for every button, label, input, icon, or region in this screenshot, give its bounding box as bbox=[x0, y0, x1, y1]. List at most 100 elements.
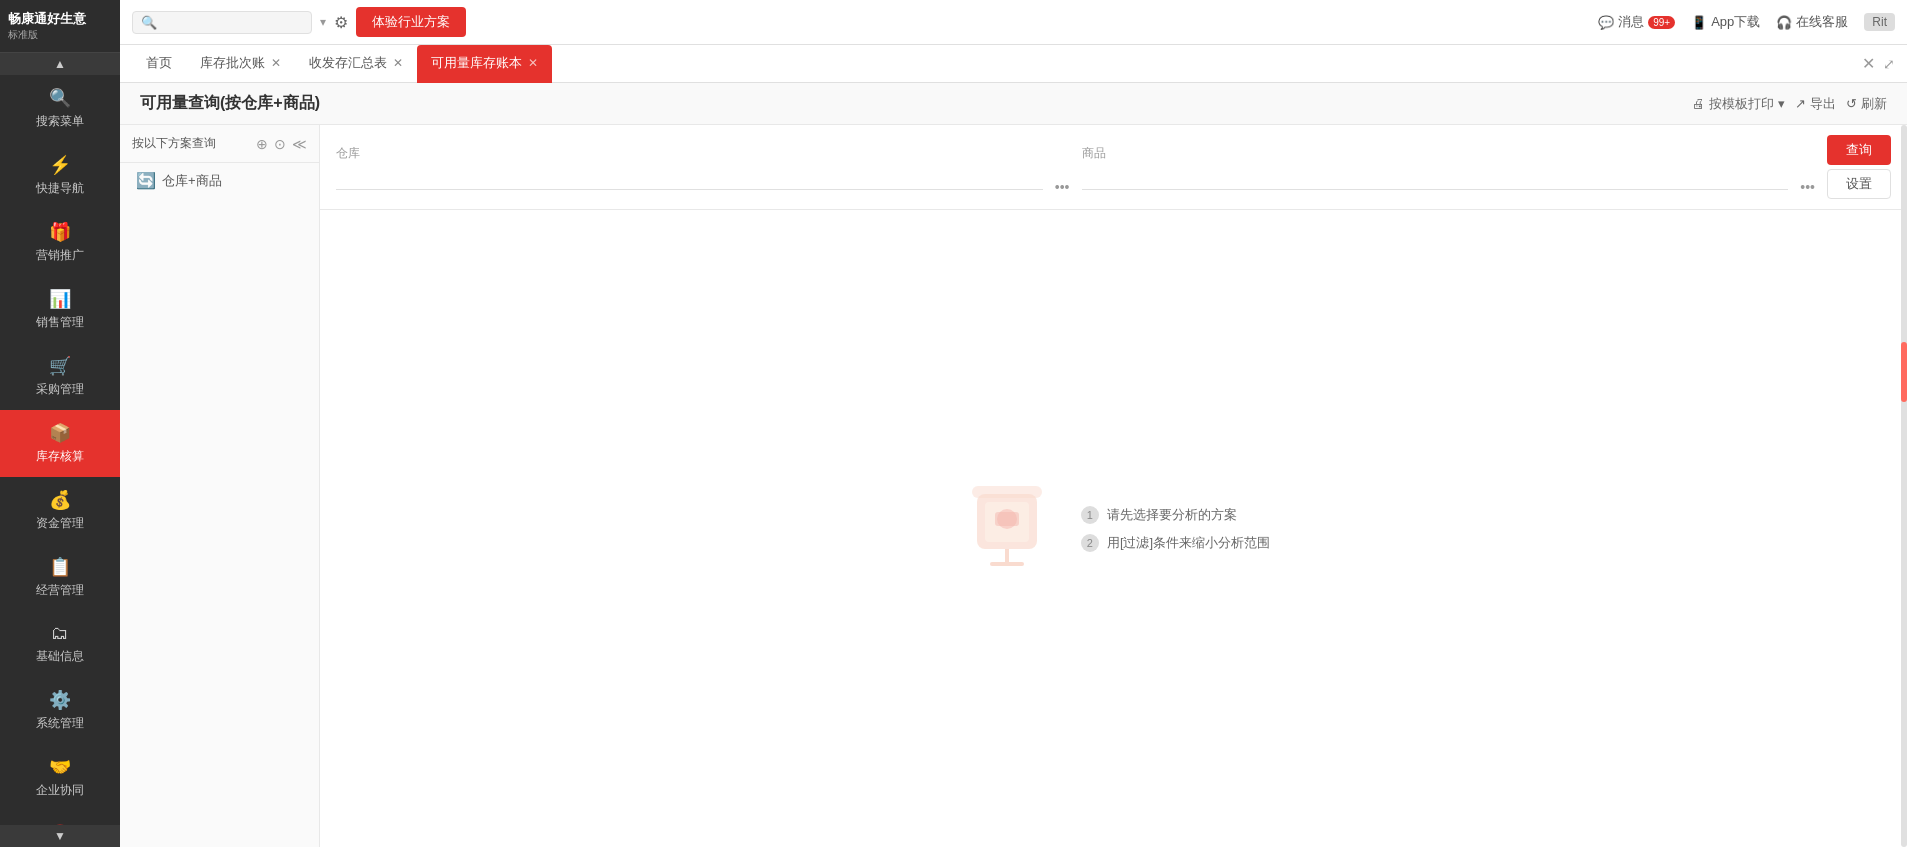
tab-panel-expand-button[interactable]: ⤢ bbox=[1883, 56, 1895, 72]
settings-icon[interactable]: ⊙ bbox=[274, 136, 286, 152]
tab-home[interactable]: 首页 bbox=[132, 45, 186, 83]
tab-close-icon-available[interactable]: ✕ bbox=[528, 56, 538, 70]
inventory-icon: 📦 bbox=[49, 422, 71, 444]
sidebar-item-label: 销售管理 bbox=[36, 314, 84, 331]
sidebar: 畅康通好生意 标准版 ▲ 🔍 搜索菜单 ⚡快捷导航 🎁 营销推广 📊销售管理🛒采购管理📦库… bbox=[0, 0, 120, 847]
tab-close-icon-batch[interactable]: ✕ bbox=[271, 56, 281, 70]
svg-rect-3 bbox=[995, 512, 1019, 526]
message-label: 消息 bbox=[1618, 13, 1644, 31]
sidebar-item-basic[interactable]: 🗂基础信息 bbox=[0, 611, 120, 677]
sidebar-item-label: 资金管理 bbox=[36, 515, 84, 532]
left-panel-title: 按以下方案查询 bbox=[132, 135, 216, 152]
panel-item-warehouse-product[interactable]: 🔄 仓库+商品 bbox=[120, 163, 319, 198]
filter-actions: 查询 设置 bbox=[1827, 135, 1891, 199]
sidebar-nav: 🔍 搜索菜单 ⚡快捷导航 🎁 营销推广 📊销售管理🛒采购管理📦库存核算 💰 资金管理 📋经营管理… bbox=[0, 75, 120, 825]
warehouse-more-icon[interactable]: ••• bbox=[1055, 179, 1070, 199]
content-area: 按以下方案查询 ⊕ ⊙ ≪ 🔄 仓库+商品 仓库 ••• bbox=[120, 125, 1907, 847]
warehouse-filter-field: 仓库 bbox=[336, 145, 1043, 190]
page-header: 可用量查询(按仓库+商品) 🖨 按模板打印 ▾ ↗ 导出 ↺ 刷新 bbox=[120, 83, 1907, 125]
sidebar-item-sales[interactable]: 📊销售管理 bbox=[0, 276, 120, 343]
online-service-button[interactable]: 🎧 在线客服 bbox=[1776, 13, 1848, 31]
message-button[interactable]: 💬 消息 99+ bbox=[1598, 13, 1675, 31]
gear-icon[interactable]: ⚙ bbox=[334, 13, 348, 32]
panel-item-label: 仓库+商品 bbox=[162, 172, 222, 190]
chevron-down-icon[interactable]: ▾ bbox=[320, 15, 326, 29]
online-service-label: 在线客服 bbox=[1796, 13, 1848, 31]
tip-text-2: 用[过滤]条件来缩小分析范围 bbox=[1107, 534, 1270, 552]
warehouse-product-icon: 🔄 bbox=[136, 171, 156, 190]
right-scrollbar[interactable] bbox=[1901, 125, 1907, 847]
sidebar-item-system[interactable]: ⚙️系统管理 bbox=[0, 677, 120, 744]
message-icon: 💬 bbox=[1598, 15, 1614, 30]
filter-bar: 仓库 ••• 商品 ••• 查询 设置 bbox=[320, 125, 1907, 210]
scrollbar-thumb[interactable] bbox=[1901, 342, 1907, 402]
empty-illustration bbox=[957, 464, 1057, 593]
topbar-right: 💬 消息 99+ 📱 App下载 🎧 在线客服 Rit bbox=[1598, 13, 1895, 31]
tab-summary[interactable]: 收发存汇总表 ✕ bbox=[295, 45, 417, 83]
page-title: 可用量查询(按仓库+商品) bbox=[140, 93, 320, 114]
empty-tip-1: 1 请先选择要分析的方案 bbox=[1081, 506, 1270, 524]
add-icon[interactable]: ⊕ bbox=[256, 136, 268, 152]
query-button[interactable]: 查询 bbox=[1827, 135, 1891, 165]
sidebar-item-shortcut[interactable]: ⚡快捷导航 bbox=[0, 142, 120, 209]
search-icon: 🔍 bbox=[49, 87, 71, 109]
tab-label-summary: 收发存汇总表 bbox=[309, 54, 387, 72]
tab-actions: ✕ ⤢ bbox=[1862, 54, 1895, 73]
tab-label-available: 可用量库存账本 bbox=[431, 54, 522, 72]
sidebar-item-marketing[interactable]: 🎁 营销推广 bbox=[0, 209, 120, 276]
sidebar-item-cooperation[interactable]: 🤝 企业协同 bbox=[0, 744, 120, 811]
message-badge: 99+ bbox=[1648, 16, 1675, 29]
system-icon: ⚙️ bbox=[49, 689, 71, 711]
sidebar-item-label: 采购管理 bbox=[36, 381, 84, 398]
sidebar-scroll-up[interactable]: ▲ bbox=[0, 53, 120, 75]
sidebar-item-guide[interactable]: 🎯新手引导 bbox=[0, 811, 120, 825]
app-download-label: App下载 bbox=[1711, 13, 1760, 31]
export-icon: ↗ bbox=[1795, 96, 1806, 111]
operation-icon: 📋 bbox=[49, 556, 71, 578]
sidebar-scroll-down[interactable]: ▼ bbox=[0, 825, 120, 847]
tab-available[interactable]: 可用量库存账本 ✕ bbox=[417, 45, 552, 83]
tabs-bar: 首页库存批次账✕ 收发存汇总表 ✕ 可用量库存账本 ✕ ✕ ⤢ bbox=[120, 45, 1907, 83]
sidebar-item-label: 营销推广 bbox=[36, 247, 84, 264]
right-content: 仓库 ••• 商品 ••• 查询 设置 bbox=[320, 125, 1907, 847]
product-input[interactable] bbox=[1082, 166, 1789, 190]
marketing-icon: 🎁 bbox=[49, 221, 71, 243]
finance-icon: 💰 bbox=[49, 489, 71, 511]
tab-batch[interactable]: 库存批次账✕ bbox=[186, 45, 295, 83]
topbar: 🔍 ▾ ⚙ 体验行业方案 💬 消息 99+ 📱 App下载 🎧 在线客服 Rit bbox=[120, 0, 1907, 45]
print-button[interactable]: 🖨 按模板打印 ▾ bbox=[1692, 95, 1785, 113]
collapse-icon[interactable]: ≪ bbox=[292, 136, 307, 152]
left-panel-header-icons: ⊕ ⊙ ≪ bbox=[256, 136, 307, 152]
sidebar-item-label: 快捷导航 bbox=[36, 180, 84, 197]
tab-close-icon-summary[interactable]: ✕ bbox=[393, 56, 403, 70]
user-avatar[interactable]: Rit bbox=[1864, 13, 1895, 31]
sidebar-item-purchase[interactable]: 🛒采购管理 bbox=[0, 343, 120, 410]
sidebar-item-search[interactable]: 🔍 搜索菜单 bbox=[0, 75, 120, 142]
trial-button[interactable]: 体验行业方案 bbox=[356, 7, 466, 37]
product-more-icon[interactable]: ••• bbox=[1800, 179, 1815, 199]
sidebar-item-inventory[interactable]: 📦库存核算 bbox=[0, 410, 120, 477]
left-panel-header: 按以下方案查询 ⊕ ⊙ ≪ bbox=[120, 125, 319, 163]
sidebar-item-label: 搜索菜单 bbox=[36, 113, 84, 130]
refresh-button[interactable]: ↺ 刷新 bbox=[1846, 95, 1887, 113]
topbar-search-box[interactable]: 🔍 bbox=[132, 11, 312, 34]
app-title: 畅康通好生意 bbox=[8, 10, 86, 28]
export-button[interactable]: ↗ 导出 bbox=[1795, 95, 1836, 113]
empty-tip-2: 2 用[过滤]条件来缩小分析范围 bbox=[1081, 534, 1270, 552]
app-download-button[interactable]: 📱 App下载 bbox=[1691, 13, 1760, 31]
warehouse-label: 仓库 bbox=[336, 145, 1043, 162]
tip-num-2: 2 bbox=[1081, 534, 1099, 552]
sidebar-item-label: 企业协同 bbox=[36, 782, 84, 799]
filter-settings-button[interactable]: 设置 bbox=[1827, 169, 1891, 199]
empty-state: 1 请先选择要分析的方案 2 用[过滤]条件来缩小分析范围 bbox=[320, 210, 1907, 847]
sidebar-item-operation[interactable]: 📋经营管理 bbox=[0, 544, 120, 611]
sidebar-item-finance[interactable]: 💰 资金管理 bbox=[0, 477, 120, 544]
warehouse-input[interactable] bbox=[336, 166, 1043, 190]
main-content: 🔍 ▾ ⚙ 体验行业方案 💬 消息 99+ 📱 App下载 🎧 在线客服 Rit bbox=[120, 0, 1907, 847]
tab-panel-close-button[interactable]: ✕ bbox=[1862, 54, 1875, 73]
search-input[interactable] bbox=[161, 15, 281, 29]
print-icon: 🖨 bbox=[1692, 96, 1705, 111]
product-filter-field: 商品 bbox=[1082, 145, 1789, 190]
cooperation-icon: 🤝 bbox=[49, 756, 71, 778]
sidebar-logo: 畅康通好生意 标准版 bbox=[0, 0, 120, 53]
